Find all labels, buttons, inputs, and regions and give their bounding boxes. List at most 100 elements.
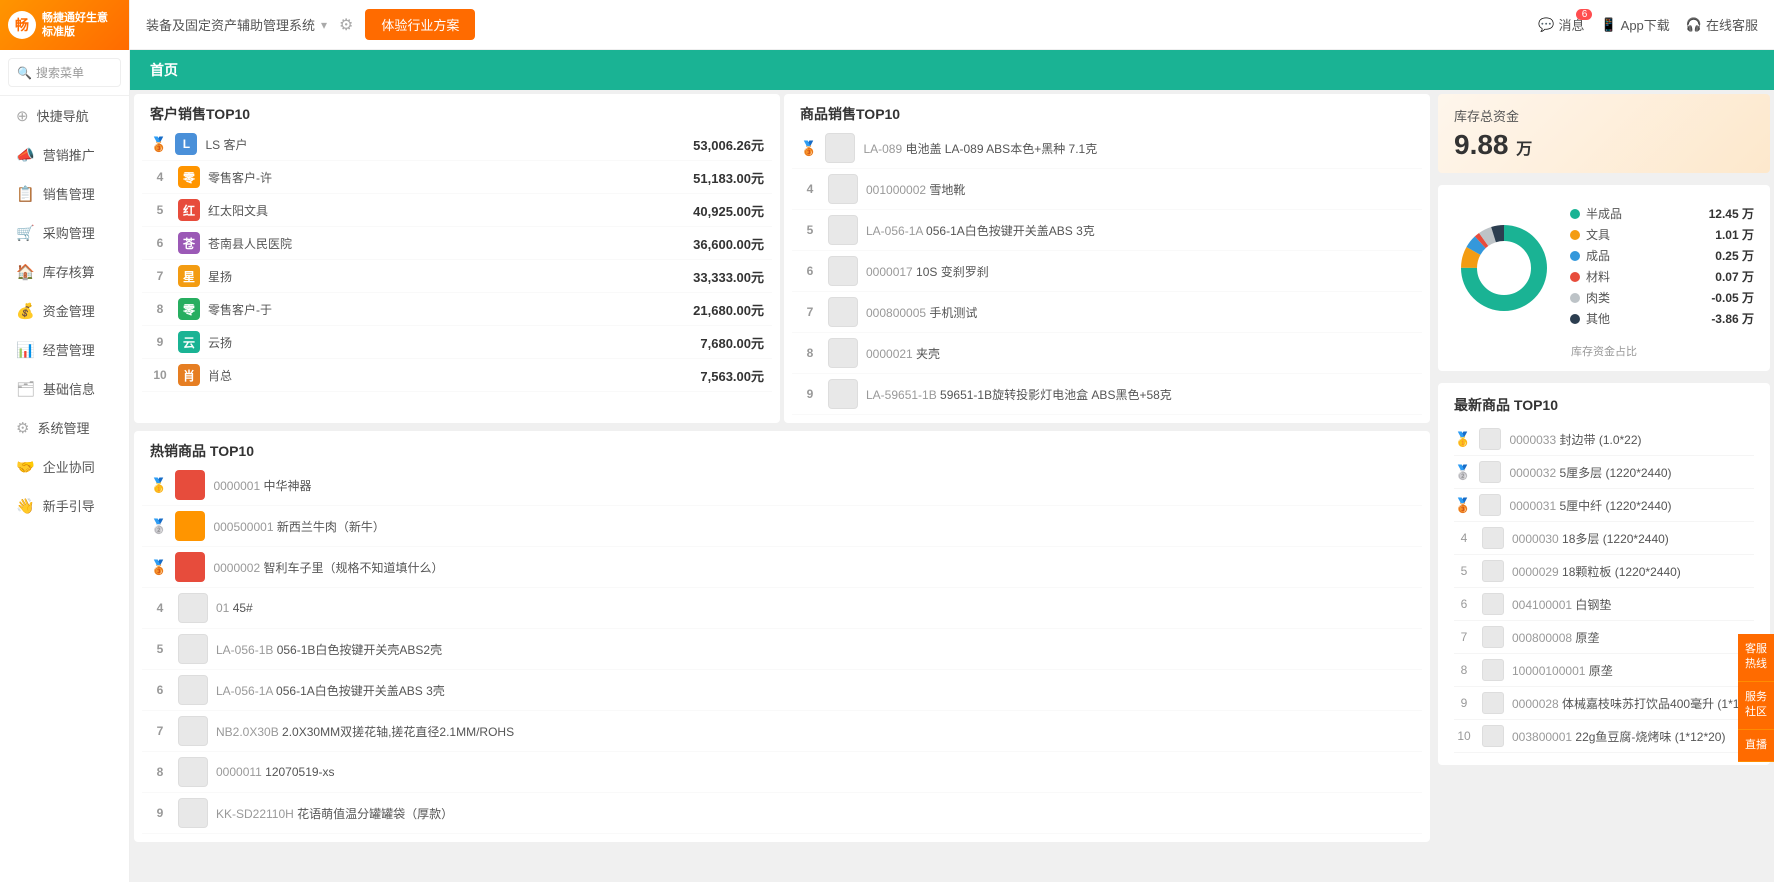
hot-product-info: 0000001 中华神器: [213, 477, 1414, 494]
home-tab[interactable]: 首页: [130, 50, 1774, 90]
silver-medal-icon: 🥈: [1454, 464, 1471, 481]
hot-product-info: KK-SD22110H 花语萌值温分罐罐袋（厚款）: [216, 805, 1414, 822]
newest-product-info: 10000100001 原垄: [1512, 662, 1754, 679]
sidebar-item-finance[interactable]: 💰资金管理: [0, 291, 129, 330]
product-ranking-item[interactable]: 5 LA-056-1A 056-1A白色按键开关盖ABS 3克: [792, 210, 1422, 251]
newest-item[interactable]: 7 000800008 原垄: [1454, 621, 1754, 654]
message-action[interactable]: 💬 消息 6: [1538, 15, 1584, 34]
sidebar-item-guide[interactable]: 👋新手引导: [0, 486, 129, 525]
product-ranking-item[interactable]: 7 000800005 手机测试: [792, 292, 1422, 333]
newest-item[interactable]: 10 003800001 22g鱼豆腐-烧烤味 (1*12*20): [1454, 720, 1754, 753]
ranking-item[interactable]: 4 零 零售客户-许 51,183.00元: [142, 161, 772, 194]
ranking-item[interactable]: 10 肖 肖总 7,563.00元: [142, 359, 772, 392]
rank-number: 5: [150, 203, 170, 217]
sidebar-item-cooperation[interactable]: 🤝企业协同: [0, 447, 129, 486]
product-thumbnail: [1482, 560, 1504, 582]
legend-value: 0.25 万: [1715, 247, 1754, 264]
product-image: [178, 798, 208, 828]
newest-product-info: 003800001 22g鱼豆腐-烧烤味 (1*12*20): [1512, 728, 1754, 745]
float-button[interactable]: 服务 社区: [1738, 682, 1774, 730]
legend-item: 肉类 -0.05 万: [1570, 289, 1754, 306]
app-download-action[interactable]: 📱 App下载: [1600, 15, 1669, 34]
sidebar-item-system[interactable]: ⚙系统管理: [0, 408, 129, 447]
newest-item[interactable]: 4 0000030 18多层 (1220*2440): [1454, 522, 1754, 555]
product-ranking-item[interactable]: 8 0000021 夹壳: [792, 333, 1422, 374]
rank-number: 5: [800, 223, 820, 237]
product-ranking-item[interactable]: 9 LA-59651-1B 59651-1B旋转投影灯电池盒 ABS黑色+58克: [792, 374, 1422, 415]
donut-legend: 半成品 12.45 万 文具 1.01 万 成品 0.25 万 材料 0.07 …: [1570, 205, 1754, 331]
system-selector[interactable]: 装备及固定资产辅助管理系统 ▾: [146, 15, 327, 34]
logo-text: 畅捷通好生意 标准版: [42, 11, 108, 40]
sidebar-search[interactable]: 🔍 搜索菜单: [0, 50, 129, 96]
product-ranking-item[interactable]: 🥉 LA-089 电池盖 LA-089 ABS本色+黑种 7.1克: [792, 128, 1422, 169]
customer-badge: 苍: [178, 232, 200, 254]
newest-item[interactable]: 6 004100001 白钢垫: [1454, 588, 1754, 621]
float-button[interactable]: 客服 热线: [1738, 634, 1774, 682]
nav-label-marketing: 营销推广: [43, 145, 95, 164]
newest-item[interactable]: 🥈 0000032 5厘多层 (1220*2440): [1454, 456, 1754, 489]
product-image: [828, 256, 858, 286]
newest-item[interactable]: 5 0000029 18颗粒板 (1220*2440): [1454, 555, 1754, 588]
newest-item[interactable]: 🥉 0000031 5厘中纤 (1220*2440): [1454, 489, 1754, 522]
rank-number: 9: [150, 335, 170, 349]
donut-chart-card: 半成品 12.45 万 文具 1.01 万 成品 0.25 万 材料 0.07 …: [1438, 185, 1770, 371]
ranking-item[interactable]: 5 红 红太阳文具 40,925.00元: [142, 194, 772, 227]
ranking-item[interactable]: 🥉 L LS 客户 53,006.26元: [142, 128, 772, 161]
hot-product-item[interactable]: 🥇 0000001 中华神器: [142, 465, 1422, 506]
newest-product-info: 0000029 18颗粒板 (1220*2440): [1512, 563, 1754, 580]
hot-product-item[interactable]: 5 LA-056-1B 056-1B白色按键开关壳ABS2壳: [142, 629, 1422, 670]
mobile-icon: 📱: [1600, 17, 1616, 33]
ranking-item[interactable]: 9 云 云扬 7,680.00元: [142, 326, 772, 359]
legend-value: -0.05 万: [1711, 289, 1754, 306]
sidebar-item-sales[interactable]: 📋销售管理: [0, 174, 129, 213]
sidebar-item-purchase[interactable]: 🛒采购管理: [0, 213, 129, 252]
newest-item[interactable]: 8 10000100001 原垄: [1454, 654, 1754, 687]
hot-product-item[interactable]: 8 0000011 12070519-xs: [142, 752, 1422, 793]
rank-number: 5: [150, 642, 170, 656]
hot-product-item[interactable]: 6 LA-056-1A 056-1A白色按键开关盖ABS 3壳: [142, 670, 1422, 711]
hot-product-item[interactable]: 9 KK-SD22110H 花语萌值温分罐罐袋（厚款）: [142, 793, 1422, 834]
product-ranking-item[interactable]: 4 001000002 雪地靴: [792, 169, 1422, 210]
legend-name: 成品: [1586, 247, 1709, 264]
newest-item[interactable]: 🥇 0000033 封边带 (1.0*22): [1454, 423, 1754, 456]
ranking-item[interactable]: 6 苍 苍南县人民医院 36,600.00元: [142, 227, 772, 260]
trial-button[interactable]: 体验行业方案: [365, 9, 475, 40]
legend-color-dot: [1570, 209, 1580, 219]
settings-icon[interactable]: ⚙: [339, 15, 353, 35]
ranking-item[interactable]: 8 零 零售客户-于 21,680.00元: [142, 293, 772, 326]
chevron-down-icon[interactable]: ▾: [321, 18, 327, 32]
search-menu-button[interactable]: 🔍 搜索菜单: [8, 58, 121, 87]
product-ranking-item[interactable]: 6 0000017 10S 变刹罗刹: [792, 251, 1422, 292]
sidebar-item-basic-info[interactable]: 🗂基础信息: [0, 369, 129, 408]
nav-label-operation: 经营管理: [43, 340, 95, 359]
hot-product-item[interactable]: 🥈 000500001 新西兰牛肉（新牛）: [142, 506, 1422, 547]
float-button[interactable]: 直播: [1738, 730, 1774, 762]
gold-medal-icon: 🥇: [1454, 431, 1471, 448]
nav-label-system: 系统管理: [37, 418, 89, 437]
hot-product-item[interactable]: 🥉 0000002 智利车子里（规格不知道填什么）: [142, 547, 1422, 588]
online-service-action[interactable]: 🎧 在线客服: [1686, 15, 1758, 34]
nav-label-finance: 资金管理: [43, 301, 95, 320]
legend-color-dot: [1570, 293, 1580, 303]
sidebar-item-inventory[interactable]: 🏠库存核算: [0, 252, 129, 291]
stock-total-card: 库存总资金 9.88 万: [1438, 94, 1770, 173]
hot-products-list: 🥇 0000001 中华神器🥈 000500001 新西兰牛肉（新牛）🥉 000…: [134, 465, 1430, 842]
sidebar-item-marketing[interactable]: 📣营销推广: [0, 135, 129, 174]
nav-icon-basic-info: 🗂: [16, 380, 35, 398]
hot-product-info: 01 45#: [216, 601, 1414, 615]
customer-name: 云扬: [208, 334, 692, 351]
donut-section: 半成品 12.45 万 文具 1.01 万 成品 0.25 万 材料 0.07 …: [1454, 197, 1754, 339]
customer-name: 红太阳文具: [208, 202, 685, 219]
newest-item[interactable]: 9 0000028 体械嘉枝味苏打饮品400毫升 (1*15): [1454, 687, 1754, 720]
ranking-item[interactable]: 7 星 星扬 33,333.00元: [142, 260, 772, 293]
product-thumbnail: [1482, 692, 1504, 714]
hot-product-item[interactable]: 7 NB2.0X30B 2.0X30MM双搓花轴,搓花直径2.1MM/ROHS: [142, 711, 1422, 752]
legend-value: 0.07 万: [1715, 268, 1754, 285]
product-sales-top10-panel: 商品销售TOP10 🥉 LA-089 电池盖 LA-089 ABS本色+黑种 7…: [784, 94, 1430, 423]
customer-badge: 肖: [178, 364, 200, 386]
hot-products-panel: 热销商品 TOP10 🥇 0000001 中华神器🥈 000500001 新西兰…: [134, 431, 1430, 842]
hot-product-item[interactable]: 4 01 45#: [142, 588, 1422, 629]
search-icon: 🔍: [17, 66, 32, 80]
sidebar-item-quick-nav[interactable]: ⊕快捷导航: [0, 96, 129, 135]
sidebar-item-operation[interactable]: 📊经营管理: [0, 330, 129, 369]
